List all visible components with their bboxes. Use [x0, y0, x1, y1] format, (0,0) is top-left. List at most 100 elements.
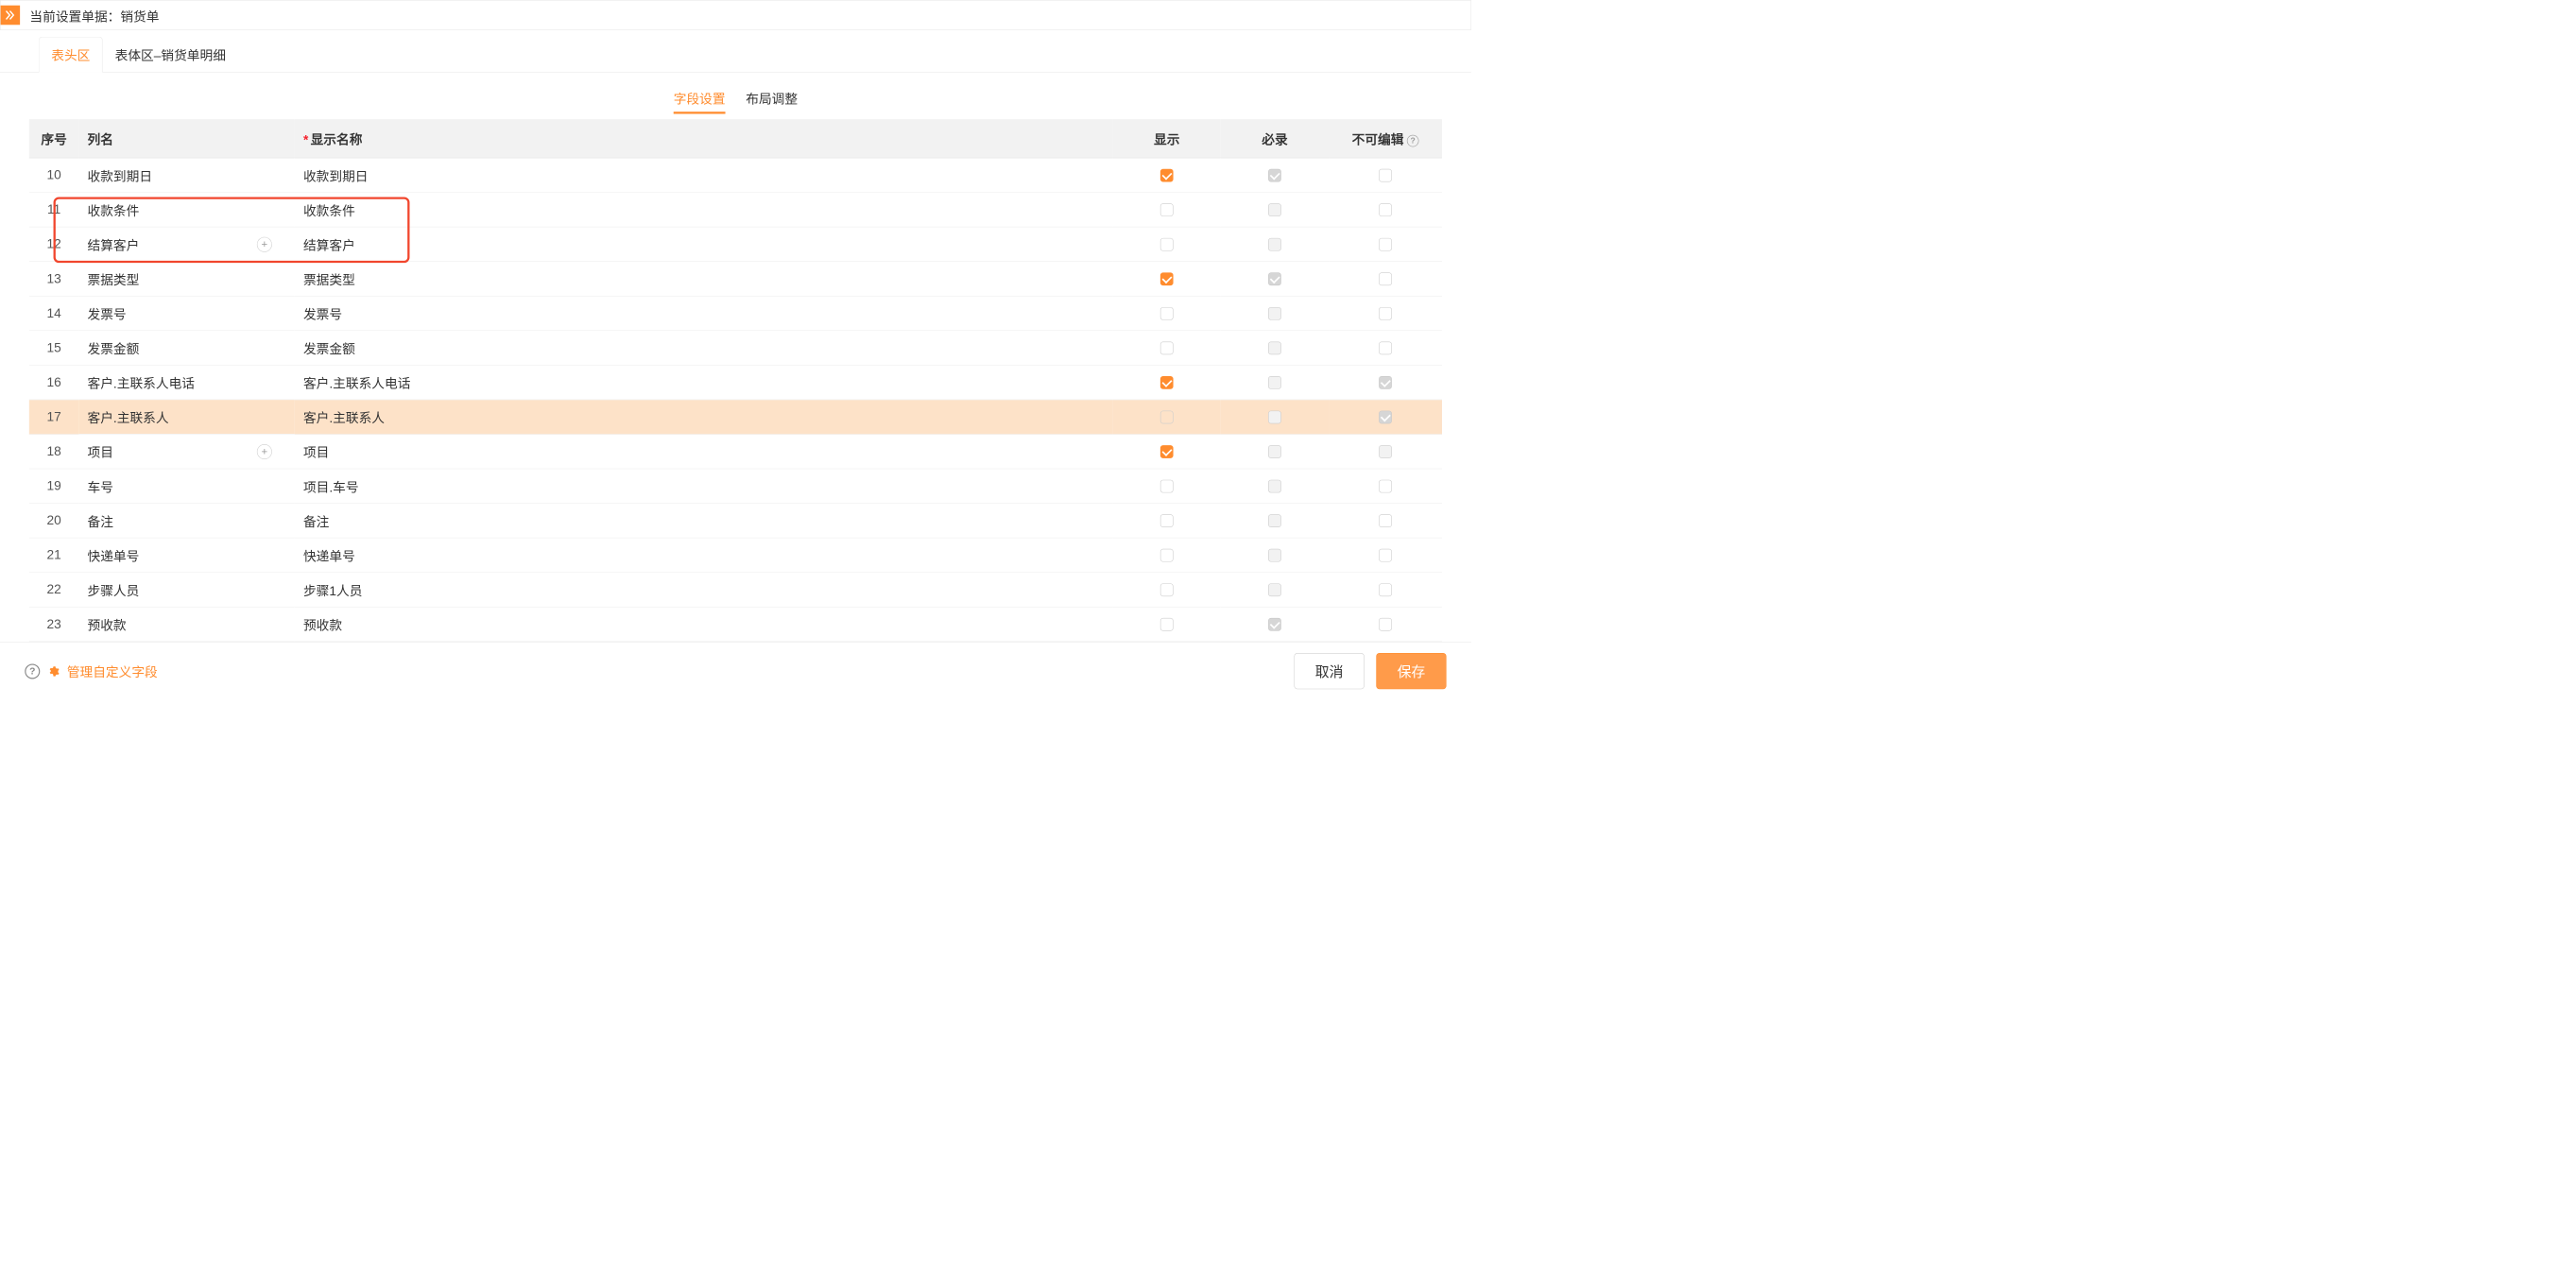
readonly-checkbox[interactable]	[1379, 307, 1392, 320]
row-col-name: 客户.主联系人电话	[78, 365, 294, 400]
show-checkbox[interactable]	[1160, 307, 1174, 320]
row-index: 23	[29, 607, 79, 642]
show-checkbox[interactable]	[1160, 203, 1174, 216]
show-checkbox[interactable]	[1160, 411, 1174, 424]
table-row[interactable]: 21快递单号快递单号	[29, 538, 1442, 573]
row-display-name[interactable]: 结算客户	[295, 227, 1113, 262]
show-checkbox[interactable]	[1160, 376, 1174, 389]
row-index: 14	[29, 296, 79, 331]
readonly-checkbox[interactable]	[1379, 203, 1392, 216]
row-col-name: 发票金额	[78, 331, 294, 366]
cancel-button[interactable]: 取消	[1294, 653, 1364, 689]
row-display-name[interactable]: 发票金额	[295, 331, 1113, 366]
show-checkbox[interactable]	[1160, 342, 1174, 355]
row-display-name[interactable]: 票据类型	[295, 262, 1113, 297]
readonly-checkbox[interactable]	[1379, 238, 1392, 251]
row-display-name[interactable]: 项目	[295, 434, 1113, 469]
table-row[interactable]: 10收款到期日收款到期日	[29, 158, 1442, 193]
show-cell	[1113, 573, 1221, 608]
readonly-checkbox[interactable]	[1379, 342, 1392, 355]
required-cell	[1221, 331, 1329, 366]
add-sub-field-button[interactable]: +	[257, 236, 272, 251]
show-checkbox[interactable]	[1160, 618, 1174, 631]
show-cell	[1113, 262, 1221, 297]
show-checkbox[interactable]	[1160, 549, 1174, 562]
readonly-checkbox[interactable]	[1379, 618, 1392, 631]
manage-custom-fields-link[interactable]: 管理自定义字段	[67, 662, 158, 680]
required-cell	[1221, 365, 1329, 400]
readonly-cell	[1329, 400, 1442, 435]
show-cell	[1113, 504, 1221, 539]
readonly-cell	[1329, 331, 1442, 366]
table-container: 序号 列名 *显示名称 显示 必录 不可编辑? 10收款到期日收款到期日11收款…	[29, 119, 1442, 642]
table-row[interactable]: 18项目+项目	[29, 434, 1442, 469]
fields-table: 序号 列名 *显示名称 显示 必录 不可编辑? 10收款到期日收款到期日11收款…	[29, 119, 1442, 642]
show-checkbox[interactable]	[1160, 514, 1174, 527]
readonly-checkbox[interactable]	[1379, 480, 1392, 493]
row-display-name[interactable]: 备注	[295, 504, 1113, 539]
row-col-name: 车号	[78, 469, 294, 504]
required-checkbox	[1268, 272, 1281, 285]
row-display-name[interactable]: 步骤1人员	[295, 573, 1113, 608]
table-row[interactable]: 16客户.主联系人电话客户.主联系人电话	[29, 365, 1442, 400]
row-display-name[interactable]: 客户.主联系人电话	[295, 365, 1113, 400]
readonly-checkbox[interactable]	[1379, 272, 1392, 285]
help-icon[interactable]: ?	[1407, 135, 1419, 147]
row-display-name[interactable]: 预收款	[295, 607, 1113, 642]
col-idx: 序号	[29, 119, 79, 158]
required-checkbox	[1268, 514, 1281, 527]
table-row[interactable]: 12结算客户+结算客户	[29, 227, 1442, 262]
show-cell	[1113, 400, 1221, 435]
required-cell	[1221, 193, 1329, 228]
show-checkbox[interactable]	[1160, 272, 1174, 285]
row-col-name: 票据类型	[78, 262, 294, 297]
row-display-name[interactable]: 收款条件	[295, 193, 1113, 228]
show-cell	[1113, 469, 1221, 504]
table-row[interactable]: 17客户.主联系人客户.主联系人	[29, 400, 1442, 435]
show-checkbox[interactable]	[1160, 583, 1174, 596]
readonly-checkbox[interactable]	[1379, 169, 1392, 182]
row-display-name[interactable]: 发票号	[295, 296, 1113, 331]
row-index: 15	[29, 331, 79, 366]
row-index: 20	[29, 504, 79, 539]
table-row[interactable]: 20备注备注	[29, 504, 1442, 539]
table-row[interactable]: 23预收款预收款	[29, 607, 1442, 642]
collapse-sidebar-button[interactable]	[1, 6, 21, 26]
subtab-field-settings[interactable]: 字段设置	[674, 84, 726, 113]
show-checkbox[interactable]	[1160, 238, 1174, 251]
readonly-checkbox[interactable]	[1379, 514, 1392, 527]
table-row[interactable]: 14发票号发票号	[29, 296, 1442, 331]
tab-header-area[interactable]: 表头区	[39, 37, 102, 73]
readonly-cell	[1329, 365, 1442, 400]
readonly-checkbox[interactable]	[1379, 583, 1392, 596]
subtab-layout-adjust[interactable]: 布局调整	[746, 84, 798, 113]
row-display-name[interactable]: 收款到期日	[295, 158, 1113, 193]
readonly-checkbox	[1379, 445, 1392, 458]
row-index: 19	[29, 469, 79, 504]
readonly-checkbox[interactable]	[1379, 549, 1392, 562]
table-row[interactable]: 11收款条件收款条件	[29, 193, 1442, 228]
tab-body-area[interactable]: 表体区–销货单明细	[103, 37, 239, 72]
help-icon[interactable]: ?	[25, 663, 40, 679]
required-cell	[1221, 607, 1329, 642]
show-checkbox[interactable]	[1160, 169, 1174, 182]
readonly-cell	[1329, 227, 1442, 262]
row-index: 13	[29, 262, 79, 297]
row-display-name[interactable]: 客户.主联系人	[295, 400, 1113, 435]
show-checkbox[interactable]	[1160, 480, 1174, 493]
required-checkbox	[1268, 618, 1281, 631]
required-checkbox	[1268, 203, 1281, 216]
required-cell	[1221, 296, 1329, 331]
table-header-row: 序号 列名 *显示名称 显示 必录 不可编辑?	[29, 119, 1442, 158]
row-display-name[interactable]: 项目.车号	[295, 469, 1113, 504]
table-row[interactable]: 22步骤人员步骤1人员	[29, 573, 1442, 608]
row-display-name[interactable]: 快递单号	[295, 538, 1113, 573]
readonly-cell	[1329, 469, 1442, 504]
table-row[interactable]: 13票据类型票据类型	[29, 262, 1442, 297]
save-button[interactable]: 保存	[1376, 653, 1446, 689]
required-checkbox	[1268, 445, 1281, 458]
add-sub-field-button[interactable]: +	[257, 444, 272, 459]
show-checkbox[interactable]	[1160, 445, 1174, 458]
table-row[interactable]: 19车号项目.车号	[29, 469, 1442, 504]
table-row[interactable]: 15发票金额发票金额	[29, 331, 1442, 366]
